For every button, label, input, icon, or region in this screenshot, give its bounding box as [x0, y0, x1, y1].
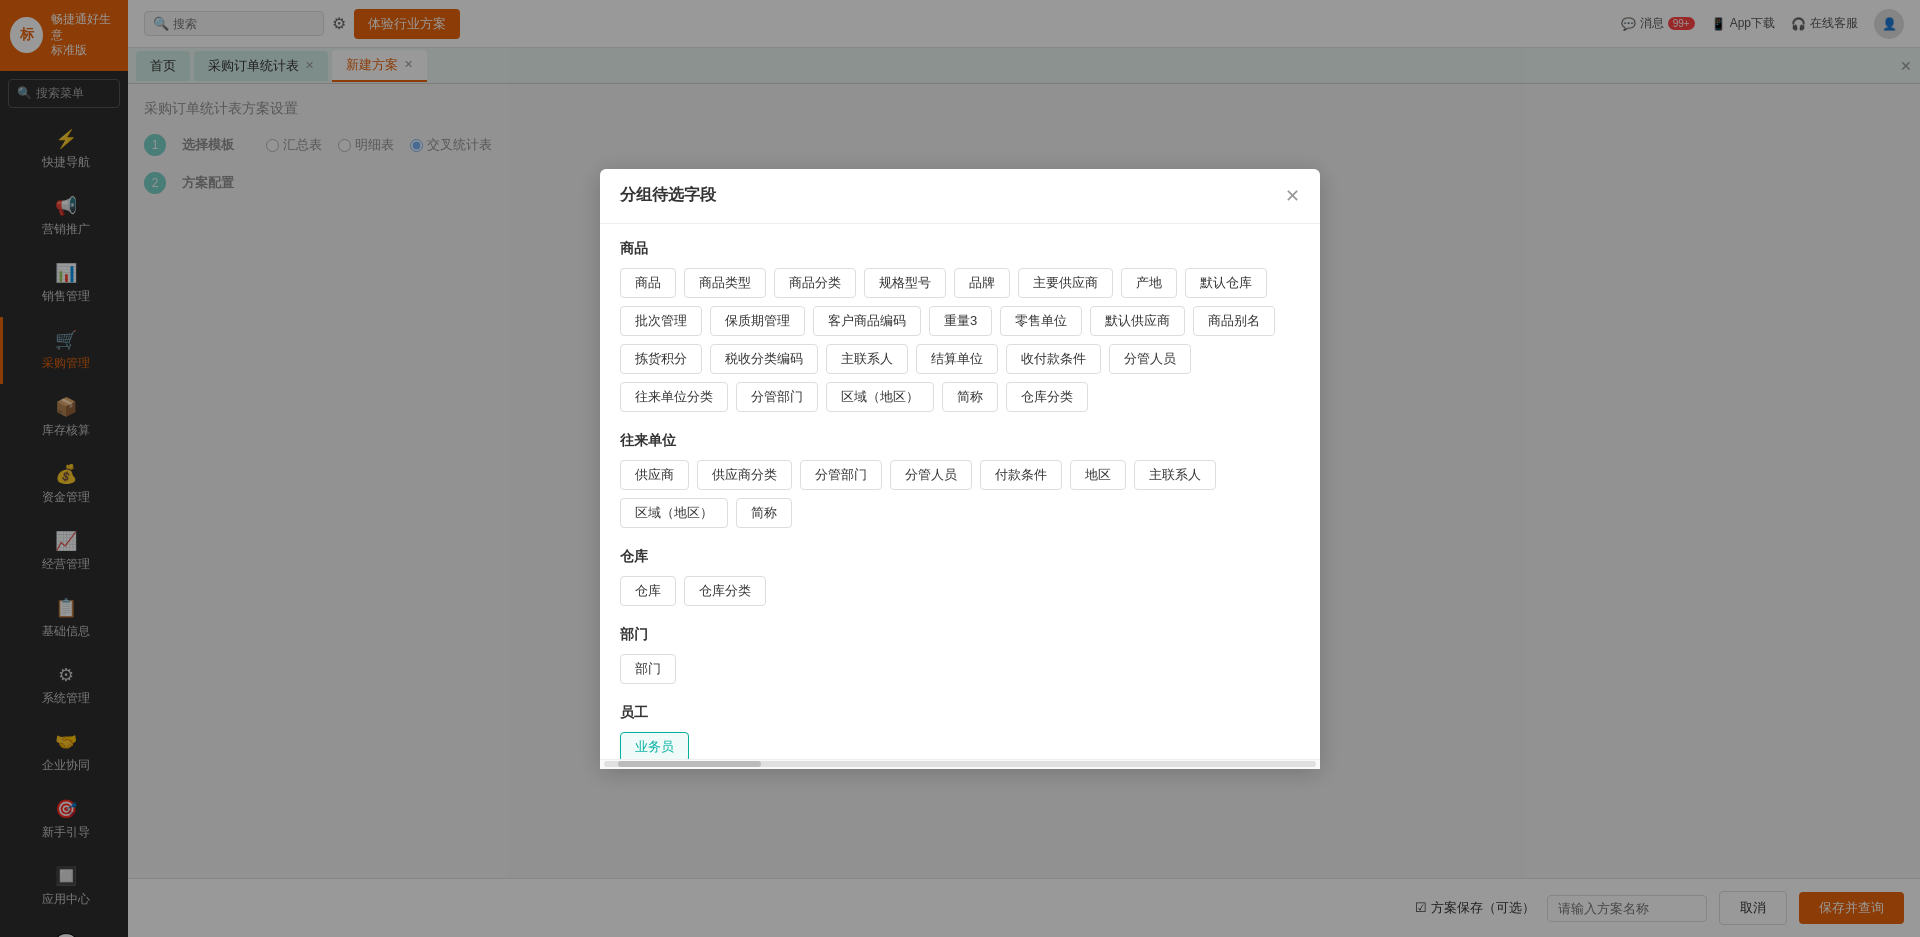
field-tag-dept[interactable]: 分管部门	[736, 382, 818, 412]
field-group-goods: 商品 商品 商品类型 商品分类 规格型号 品牌 主要供应商 产地 默认仓库 批次…	[620, 240, 1300, 412]
field-select-dialog: 分组待选字段 ✕ 商品 商品 商品类型 商品分类 规格型号 品牌 主要供应商 产…	[600, 169, 1320, 769]
field-tag-department[interactable]: 部门	[620, 654, 676, 684]
field-tags-warehouse: 仓库 仓库分类	[620, 576, 1300, 606]
field-tag-brand[interactable]: 品牌	[954, 268, 1010, 298]
field-tag-main-supplier[interactable]: 主要供应商	[1018, 268, 1113, 298]
field-tag-goods-category[interactable]: 商品分类	[774, 268, 856, 298]
group-title-warehouse: 仓库	[620, 548, 1300, 566]
field-tag-default-warehouse[interactable]: 默认仓库	[1185, 268, 1267, 298]
field-tag-batch-mgmt[interactable]: 批次管理	[620, 306, 702, 336]
field-tag-warehouse-cat[interactable]: 仓库分类	[684, 576, 766, 606]
field-tag-payment-terms[interactable]: 收付款条件	[1006, 344, 1101, 374]
dialog-overlay: 分组待选字段 ✕ 商品 商品 商品类型 商品分类 规格型号 品牌 主要供应商 产…	[0, 0, 1920, 937]
field-tag-goods[interactable]: 商品	[620, 268, 676, 298]
field-tag-default-supplier[interactable]: 默认供应商	[1090, 306, 1185, 336]
field-tag-short-name2[interactable]: 简称	[736, 498, 792, 528]
field-tag-customer-code[interactable]: 客户商品编码	[813, 306, 921, 336]
field-tag-supplier[interactable]: 供应商	[620, 460, 689, 490]
field-tag-payment-condition[interactable]: 付款条件	[980, 460, 1062, 490]
field-tag-warehouse[interactable]: 仓库	[620, 576, 676, 606]
dialog-scrollbar-h[interactable]	[600, 759, 1320, 768]
field-tags-goods: 商品 商品类型 商品分类 规格型号 品牌 主要供应商 产地 默认仓库 批次管理 …	[620, 268, 1300, 412]
field-tags-employee: 业务员	[620, 732, 1300, 760]
field-group-warehouse: 仓库 仓库 仓库分类	[620, 548, 1300, 606]
dialog-title: 分组待选字段	[620, 185, 716, 206]
field-tag-manage-person[interactable]: 分管人员	[890, 460, 972, 490]
field-tag-goods-alias[interactable]: 商品别名	[1193, 306, 1275, 336]
field-tag-pick-score[interactable]: 拣货积分	[620, 344, 702, 374]
field-tag-short-name[interactable]: 简称	[942, 382, 998, 412]
field-tag-warehouse-category[interactable]: 仓库分类	[1006, 382, 1088, 412]
field-tag-supervisor[interactable]: 分管人员	[1109, 344, 1191, 374]
group-title-department: 部门	[620, 626, 1300, 644]
field-tag-settlement-unit[interactable]: 结算单位	[916, 344, 998, 374]
field-tag-area[interactable]: 地区	[1070, 460, 1126, 490]
field-tag-goods-type[interactable]: 商品类型	[684, 268, 766, 298]
field-tag-main-contact[interactable]: 主联系人	[826, 344, 908, 374]
field-tags-counterpart: 供应商 供应商分类 分管部门 分管人员 付款条件 地区 主联系人 区域（地区） …	[620, 460, 1300, 528]
field-tag-retail-unit[interactable]: 零售单位	[1000, 306, 1082, 336]
dialog-body: 商品 商品 商品类型 商品分类 规格型号 品牌 主要供应商 产地 默认仓库 批次…	[600, 224, 1320, 760]
field-tag-supplier-category[interactable]: 供应商分类	[697, 460, 792, 490]
field-tag-weight[interactable]: 重量3	[929, 306, 992, 336]
field-tag-region2[interactable]: 区域（地区）	[620, 498, 728, 528]
group-title-counterpart: 往来单位	[620, 432, 1300, 450]
field-group-department: 部门 部门	[620, 626, 1300, 684]
field-tag-origin[interactable]: 产地	[1121, 268, 1177, 298]
field-tag-spec-model[interactable]: 规格型号	[864, 268, 946, 298]
field-tag-region[interactable]: 区域（地区）	[826, 382, 934, 412]
field-group-employee: 员工 业务员	[620, 704, 1300, 760]
field-tag-tax-code[interactable]: 税收分类编码	[710, 344, 818, 374]
dialog-header: 分组待选字段 ✕	[600, 169, 1320, 224]
field-tag-manage-dept[interactable]: 分管部门	[800, 460, 882, 490]
field-tag-salesperson[interactable]: 业务员	[620, 732, 689, 760]
field-tags-department: 部门	[620, 654, 1300, 684]
field-tag-main-contact2[interactable]: 主联系人	[1134, 460, 1216, 490]
field-group-counterpart: 往来单位 供应商 供应商分类 分管部门 分管人员 付款条件 地区 主联系人 区域…	[620, 432, 1300, 528]
group-title-employee: 员工	[620, 704, 1300, 722]
group-title-goods: 商品	[620, 240, 1300, 258]
field-tag-counterpart-category[interactable]: 往来单位分类	[620, 382, 728, 412]
field-tag-shelf-life[interactable]: 保质期管理	[710, 306, 805, 336]
dialog-close-button[interactable]: ✕	[1285, 185, 1300, 207]
